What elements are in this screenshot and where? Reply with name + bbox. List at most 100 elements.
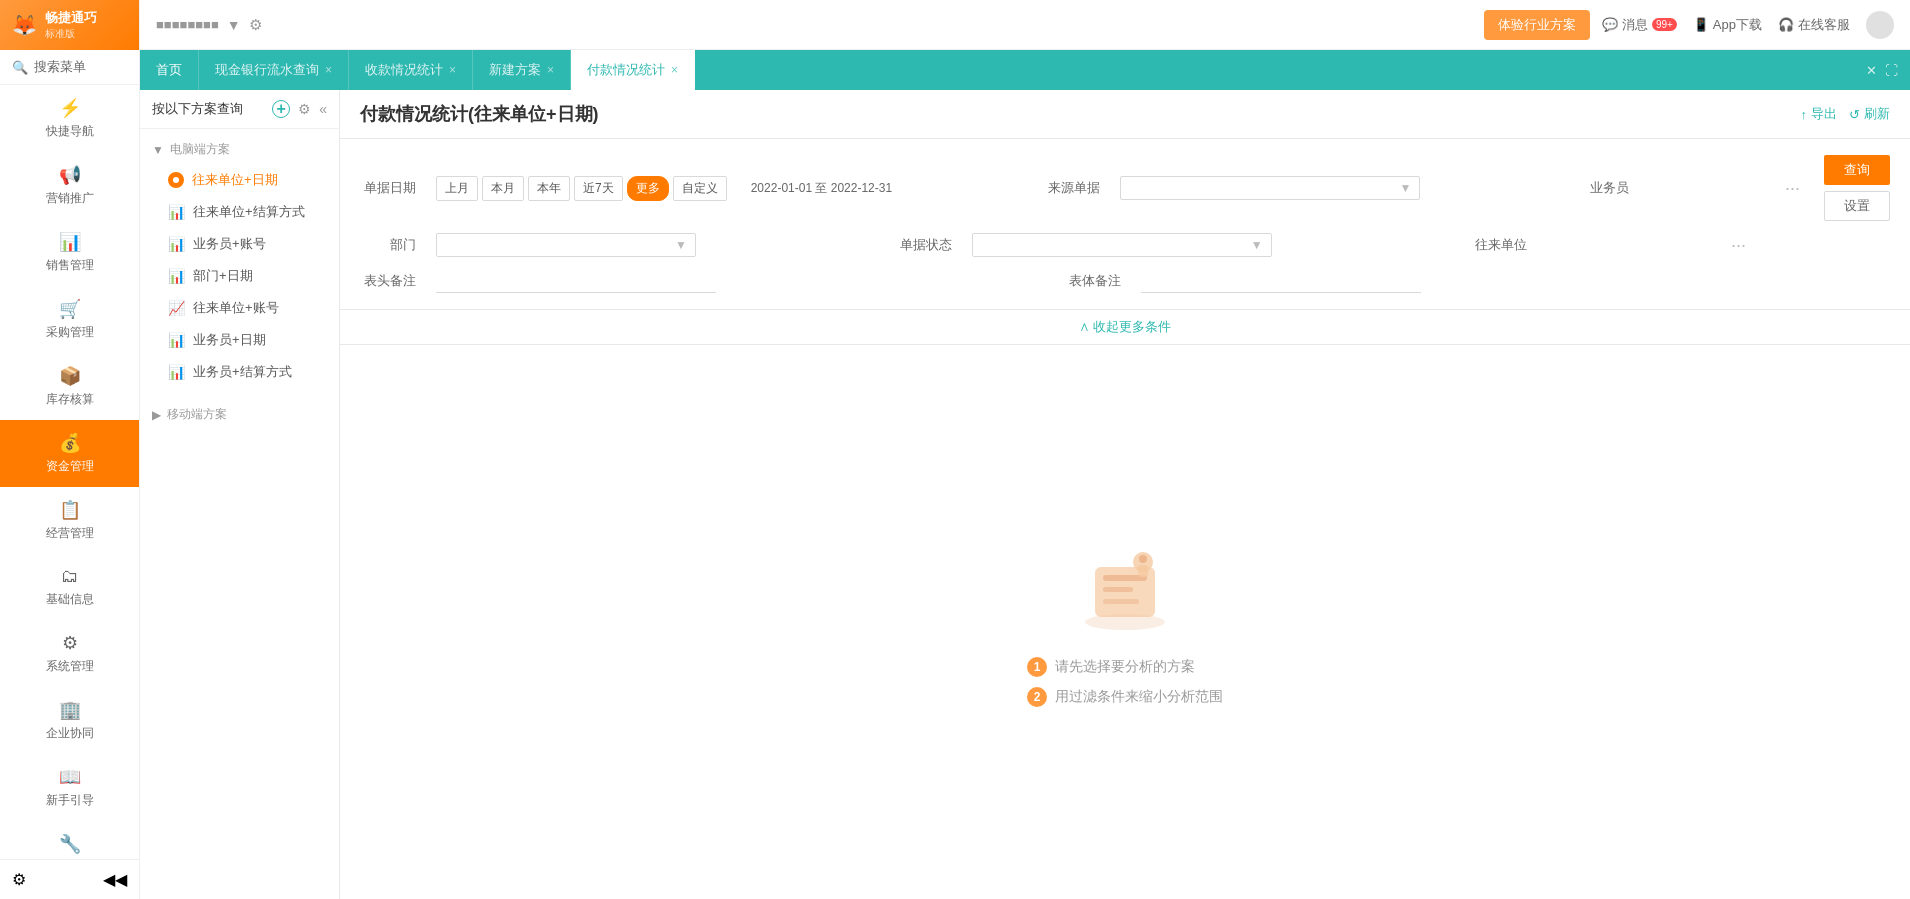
sidebar-item-system[interactable]: ⚙ 系统管理 bbox=[0, 620, 139, 687]
last7-btn[interactable]: 近7天 bbox=[574, 176, 623, 201]
settings-footer-icon[interactable]: ⚙ bbox=[12, 870, 26, 889]
close-new-scheme-icon[interactable]: × bbox=[547, 63, 554, 77]
sidebar-item-guide[interactable]: 📖 新手引导 bbox=[0, 754, 139, 821]
staff-settle-icon: 📊 bbox=[168, 364, 185, 380]
this-month-btn[interactable]: 本月 bbox=[482, 176, 524, 201]
export-icon: ↑ bbox=[1801, 107, 1808, 122]
date-buttons: 上月 本月 本年 近7天 更多 自定义 bbox=[436, 176, 727, 201]
custom-date-btn[interactable]: 自定义 bbox=[673, 176, 727, 201]
close-receipt-stats-icon[interactable]: × bbox=[449, 63, 456, 77]
scheme-settings-icon[interactable]: ⚙ bbox=[298, 101, 311, 117]
staff-select-dots[interactable]: ··· bbox=[1781, 178, 1804, 199]
chevron-down-icon[interactable]: ▼ bbox=[227, 17, 241, 33]
sidebar-label: 快捷导航 bbox=[46, 123, 94, 140]
this-year-btn[interactable]: 本年 bbox=[528, 176, 570, 201]
status-select[interactable]: ▼ bbox=[972, 233, 1272, 257]
header-note-input[interactable] bbox=[436, 269, 716, 293]
message-action[interactable]: 💬 消息 99+ bbox=[1602, 16, 1677, 34]
close-payment-stats-icon[interactable]: × bbox=[671, 63, 678, 77]
collapse-icon: ∧ bbox=[1079, 319, 1090, 334]
scheme-item-staff-settle[interactable]: 📊 业务员+结算方式 bbox=[140, 356, 339, 388]
staff-account-label: 业务员+账号 bbox=[193, 235, 266, 253]
new-scheme-label: 新建方案 bbox=[489, 61, 541, 79]
quick-nav-icon: ⚡ bbox=[59, 97, 81, 119]
collapse-sidebar-icon[interactable]: ◀◀ bbox=[103, 870, 127, 889]
sidebar-label: 销售管理 bbox=[46, 257, 94, 274]
unit-date-label: 往来单位+日期 bbox=[192, 171, 278, 189]
topbar-brand: ■■■■■■■■ ▼ ⚙ bbox=[156, 16, 1472, 34]
add-scheme-button[interactable]: + bbox=[272, 100, 290, 118]
source-select[interactable]: ▼ bbox=[1120, 176, 1420, 200]
sidebar-item-hardware[interactable]: 🔧 智能硬件 bbox=[0, 821, 139, 859]
sidebar-item-purchase[interactable]: 🛒 采购管理 bbox=[0, 286, 139, 353]
tab-home[interactable]: 首页 bbox=[140, 50, 199, 90]
dept-select[interactable]: ▼ bbox=[436, 233, 696, 257]
sidebar-item-sales[interactable]: 📊 销售管理 bbox=[0, 219, 139, 286]
last-month-btn[interactable]: 上月 bbox=[436, 176, 478, 201]
system-icon: ⚙ bbox=[62, 632, 78, 654]
sidebar-label: 新手引导 bbox=[46, 792, 94, 809]
scheme-item-dept-date[interactable]: 📊 部门+日期 bbox=[140, 260, 339, 292]
sidebar-label: 系统管理 bbox=[46, 658, 94, 675]
setting-button[interactable]: 设置 bbox=[1824, 191, 1890, 221]
sidebar-label: 企业协同 bbox=[46, 725, 94, 742]
pc-group-title[interactable]: ▼ 电脑端方案 bbox=[140, 135, 339, 164]
sidebar-label: 经营管理 bbox=[46, 525, 94, 542]
query-button[interactable]: 查询 bbox=[1824, 155, 1890, 185]
payment-stats-label: 付款情况统计 bbox=[587, 61, 665, 79]
tab-bank-flow[interactable]: 现金银行流水查询 × bbox=[199, 50, 349, 90]
sidebar-item-enterprise[interactable]: 🏢 企业协同 bbox=[0, 687, 139, 754]
sidebar-label: 采购管理 bbox=[46, 324, 94, 341]
mobile-expand-icon: ▶ bbox=[152, 408, 161, 422]
unit-account-icon: 📈 bbox=[168, 300, 185, 316]
close-all-tabs-icon[interactable]: ✕ bbox=[1866, 63, 1877, 78]
fullscreen-icon[interactable]: ⛶ bbox=[1885, 63, 1898, 78]
sidebar: 🦊 畅捷通巧 标准版 🔍 搜索菜单 ⚡ 快捷导航 📢 营销推广 📊 销售管理 🛒… bbox=[0, 0, 140, 899]
sidebar-item-quick-nav[interactable]: ⚡ 快捷导航 bbox=[0, 85, 139, 152]
body-note-input[interactable] bbox=[1141, 269, 1421, 293]
dept-chevron-icon: ▼ bbox=[675, 238, 687, 252]
hint-text-2: 用过滤条件来缩小分析范围 bbox=[1055, 688, 1223, 706]
svg-rect-7 bbox=[1138, 565, 1148, 577]
hint-text-1: 请先选择要分析的方案 bbox=[1055, 658, 1195, 676]
svg-point-6 bbox=[1139, 555, 1147, 563]
sidebar-item-operation[interactable]: 📋 经营管理 bbox=[0, 487, 139, 554]
close-bank-flow-icon[interactable]: × bbox=[325, 63, 332, 77]
panel-collapse-icon[interactable]: « bbox=[319, 101, 327, 117]
user-avatar[interactable] bbox=[1866, 11, 1894, 39]
sidebar-item-basic[interactable]: 🗂 基础信息 bbox=[0, 554, 139, 620]
settings-topbar-icon[interactable]: ⚙ bbox=[249, 16, 262, 34]
app-download-action[interactable]: 📱 App下载 bbox=[1693, 16, 1762, 34]
tab-receipt-stats[interactable]: 收款情况统计 × bbox=[349, 50, 473, 90]
empty-hint-2: 2 用过滤条件来缩小分析范围 bbox=[1027, 687, 1223, 707]
more-date-btn[interactable]: 更多 bbox=[627, 176, 669, 201]
marketing-icon: 📢 bbox=[59, 164, 81, 186]
sidebar-item-finance[interactable]: 💰 资金管理 bbox=[0, 420, 139, 487]
refresh-button[interactable]: ↺ 刷新 bbox=[1849, 105, 1890, 123]
unit-settle-label: 往来单位+结算方式 bbox=[193, 203, 305, 221]
sidebar-item-inventory[interactable]: 📦 库存核算 bbox=[0, 353, 139, 420]
staff-date-label: 业务员+日期 bbox=[193, 331, 266, 349]
sidebar-item-marketing[interactable]: 📢 营销推广 bbox=[0, 152, 139, 219]
scheme-item-unit-date[interactable]: 往来单位+日期 bbox=[140, 164, 339, 196]
unit-select-dots[interactable]: ··· bbox=[1727, 235, 1750, 256]
scheme-item-staff-account[interactable]: 📊 业务员+账号 bbox=[140, 228, 339, 260]
scheme-item-staff-date[interactable]: 📊 业务员+日期 bbox=[140, 324, 339, 356]
tab-payment-stats[interactable]: 付款情况统计 × bbox=[571, 50, 695, 90]
scheme-item-unit-settle[interactable]: 📊 往来单位+结算方式 bbox=[140, 196, 339, 228]
staff-settle-label: 业务员+结算方式 bbox=[193, 363, 292, 381]
customer-service-action[interactable]: 🎧 在线客服 bbox=[1778, 16, 1850, 34]
mobile-group-title[interactable]: ▶ 移动端方案 bbox=[140, 400, 339, 429]
industry-trial-button[interactable]: 体验行业方案 bbox=[1484, 10, 1590, 40]
pc-group-label: 电脑端方案 bbox=[170, 141, 230, 158]
empty-state: 1 请先选择要分析的方案 2 用过滤条件来缩小分析范围 bbox=[340, 345, 1910, 899]
tabbar: 首页 现金银行流水查询 × 收款情况统计 × 新建方案 × 付款情况统计 × ✕… bbox=[140, 50, 1910, 90]
tab-new-scheme[interactable]: 新建方案 × bbox=[473, 50, 571, 90]
scheme-item-unit-account[interactable]: 📈 往来单位+账号 bbox=[140, 292, 339, 324]
export-button[interactable]: ↑ 导出 bbox=[1801, 105, 1838, 123]
search-menu[interactable]: 🔍 搜索菜单 bbox=[0, 50, 139, 85]
dept-date-icon: 📊 bbox=[168, 268, 185, 284]
brand-blur: ■■■■■■■■ bbox=[156, 17, 219, 32]
collapse-bar[interactable]: ∧ 收起更多条件 bbox=[340, 310, 1910, 345]
service-label: 在线客服 bbox=[1798, 16, 1850, 34]
